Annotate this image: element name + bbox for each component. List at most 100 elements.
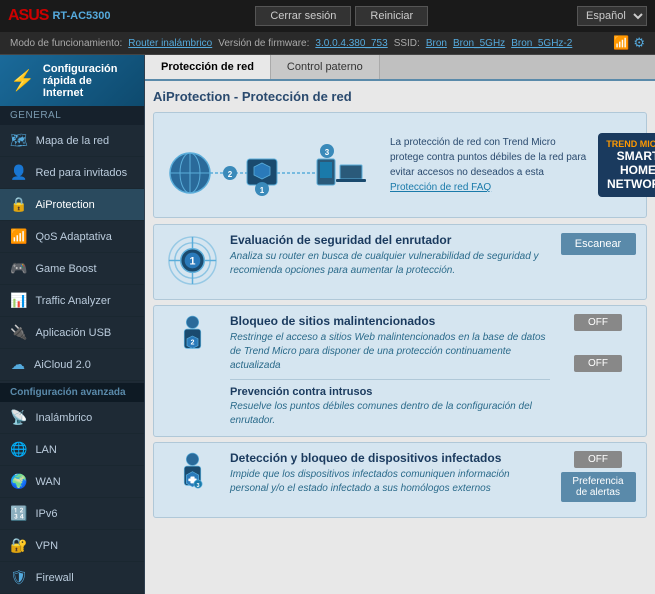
trend-micro-logo: TREND MICRO SMART HOME NETWORK — [598, 133, 655, 197]
ai-description: La protección de red con Trend Micro pro… — [390, 135, 590, 195]
feature-scan-icon: 1 — [162, 233, 222, 291]
map-icon: 🗺 — [10, 132, 28, 149]
feature-scan-desc: Analiza su router en busca de cualquier … — [230, 250, 550, 278]
sidebar-item-usb-label: Aplicación USB — [35, 327, 111, 339]
svg-text:2: 2 — [190, 339, 194, 346]
feature-malicious-body: Bloqueo de sitios malintencionados Restr… — [230, 314, 550, 428]
wifi-icon: 📶 — [613, 35, 629, 51]
tab-parental-control[interactable]: Control paterno — [271, 55, 380, 79]
feature-scan-actions: Escanear — [558, 233, 638, 255]
feature-card-malicious: 2 Bloqueo de sitios malintencionados Res… — [153, 305, 647, 437]
feature-card-scan: 1 Evaluación de seguridad del enrutador … — [153, 224, 647, 300]
svg-text:2: 2 — [228, 170, 233, 179]
sidebar-item-lan[interactable]: 🌐 LAN — [0, 434, 144, 466]
sidebar-item-vpn-label: VPN — [35, 540, 58, 552]
sidebar: ⚡ Configuración rápida de Internet Gener… — [0, 55, 145, 594]
sidebar-item-traffic[interactable]: 📊 Traffic Analyzer — [0, 285, 144, 317]
mode-label: Modo de funcionamiento: — [10, 38, 122, 49]
scan-button[interactable]: Escanear — [561, 233, 636, 255]
sidebar-item-invitados-label: Red para invitados — [35, 167, 127, 179]
feature-scan-body: Evaluación de seguridad del enrutador An… — [230, 233, 550, 278]
sidebar-item-traffic-label: Traffic Analyzer — [35, 295, 110, 307]
mode-link[interactable]: Router inalámbrico — [128, 38, 212, 49]
sub-feature-intrusion: Prevención contra intrusos Resuelve los … — [230, 379, 550, 428]
sidebar-item-wireless-label: Inalámbrico — [35, 412, 92, 424]
sidebar-item-wan[interactable]: 🌍 WAN — [0, 466, 144, 498]
lan-icon: 🌐 — [10, 441, 27, 458]
sidebar-item-vpn[interactable]: 🔐 VPN — [0, 530, 144, 562]
ipv6-icon: 🔢 — [10, 505, 27, 522]
advanced-section-label: Configuración avanzada — [0, 383, 144, 402]
sidebar-item-invitados[interactable]: 👤 Red para invitados — [0, 157, 144, 189]
intrusion-desc: Resuelve los puntos débiles comunes dent… — [230, 400, 550, 428]
sidebar-item-wireless[interactable]: 📡 Inalámbrico — [0, 402, 144, 434]
alert-pref-button[interactable]: Preferencia de alertas — [561, 472, 636, 502]
sidebar-item-firewall[interactable]: 🛡 Firewall — [0, 562, 144, 594]
ai-top-section: 2 1 — [153, 112, 647, 218]
intrusion-title: Prevención contra intrusos — [230, 386, 550, 398]
game-icon: 🎮 — [10, 260, 27, 277]
intrusion-toggle[interactable]: OFF — [574, 355, 622, 372]
infected-toggle[interactable]: OFF — [574, 451, 622, 468]
feature-infected-icon: 3 — [162, 451, 222, 509]
sidebar-item-gameboost-label: Game Boost — [35, 263, 96, 275]
quick-config-label: Configuración rápida de Internet — [43, 63, 134, 99]
sidebar-item-aiprotection[interactable]: 🔒 AiProtection — [0, 189, 144, 221]
feature-card-infected: 3 Detección y bloqueo de dispositivos in… — [153, 442, 647, 518]
page-title: AiProtection - Protección de red — [153, 89, 647, 104]
faq-link[interactable]: Protección de red FAQ — [390, 182, 491, 193]
quick-config-icon: ⚡ — [10, 68, 35, 93]
firewall-icon: 🛡 — [10, 569, 28, 586]
feature-malicious-icon: 2 — [162, 314, 222, 372]
logout-button[interactable]: Cerrar sesión — [255, 6, 351, 26]
quick-config-item[interactable]: ⚡ Configuración rápida de Internet — [0, 55, 144, 106]
content-inner: AiProtection - Protección de red — [145, 81, 655, 531]
svg-text:3: 3 — [325, 148, 330, 157]
ssid-50-2-link[interactable]: Bron_5GHz-2 — [511, 38, 572, 49]
sidebar-item-lan-label: LAN — [35, 444, 56, 456]
ssid-bar: Modo de funcionamiento: Router inalámbri… — [0, 32, 655, 55]
sidebar-item-usb[interactable]: 🔌 Aplicación USB — [0, 317, 144, 349]
qos-icon: 📶 — [10, 228, 27, 245]
wireless-icon: 📡 — [10, 409, 27, 426]
lock-icon: 🔒 — [10, 196, 27, 213]
feature-infected-title: Detección y bloqueo de dispositivos infe… — [230, 451, 550, 465]
malicious-svg-icon: 2 — [165, 314, 220, 369]
sidebar-item-qos-label: QoS Adaptativa — [35, 231, 111, 243]
svg-text:1: 1 — [189, 255, 195, 267]
network-diagram-svg: 2 1 — [162, 121, 382, 206]
asus-logo: ASUS — [8, 7, 48, 25]
sidebar-item-mapa[interactable]: 🗺 Mapa de la red — [0, 125, 144, 157]
sidebar-item-ipv6[interactable]: 🔢 IPv6 — [0, 498, 144, 530]
sidebar-item-qos[interactable]: 📶 QoS Adaptativa — [0, 221, 144, 253]
sidebar-item-aicloud-label: AiCloud 2.0 — [34, 359, 91, 371]
language-select[interactable]: Español English — [577, 6, 647, 26]
ai-diagram: 2 1 — [162, 121, 382, 209]
sidebar-item-aicloud[interactable]: ☁ AiCloud 2.0 — [0, 349, 144, 381]
svg-text:1: 1 — [260, 186, 265, 195]
main-layout: ⚡ Configuración rápida de Internet Gener… — [0, 55, 655, 594]
feature-infected-actions: OFF Preferencia de alertas — [558, 451, 638, 502]
svg-text:3: 3 — [196, 483, 199, 489]
sidebar-item-gameboost[interactable]: 🎮 Game Boost — [0, 253, 144, 285]
trend-logo-line1: TREND MICRO — [604, 139, 655, 149]
trend-logo-line3: HOME — [604, 163, 655, 177]
model-name: RT-AC5300 — [52, 10, 110, 22]
settings-icon: ⚙ — [633, 35, 645, 51]
sidebar-item-firewall-label: Firewall — [36, 572, 74, 584]
infected-svg-icon: 3 — [165, 451, 220, 506]
ssid-50-1-link[interactable]: Bron_5GHz — [453, 38, 505, 49]
feature-malicious-actions: OFF OFF — [558, 314, 638, 372]
malicious-toggle[interactable]: OFF — [574, 314, 622, 331]
top-bar: ASUS RT-AC5300 Cerrar sesión Reiniciar E… — [0, 0, 655, 32]
sidebar-item-mapa-label: Mapa de la red — [36, 135, 109, 147]
sidebar-item-aiprotection-label: AiProtection — [35, 199, 94, 211]
ssid-24-link[interactable]: Bron — [426, 38, 447, 49]
tabs-bar: Protección de red Control paterno — [145, 55, 655, 81]
firmware-link[interactable]: 3.0.0.4.380_753 — [315, 38, 387, 49]
vpn-icon: 🔐 — [10, 537, 27, 554]
tab-network-protection[interactable]: Protección de red — [145, 55, 271, 79]
sidebar-item-ipv6-label: IPv6 — [35, 508, 57, 520]
wan-icon: 🌍 — [10, 473, 27, 490]
restart-button[interactable]: Reiniciar — [355, 6, 428, 26]
